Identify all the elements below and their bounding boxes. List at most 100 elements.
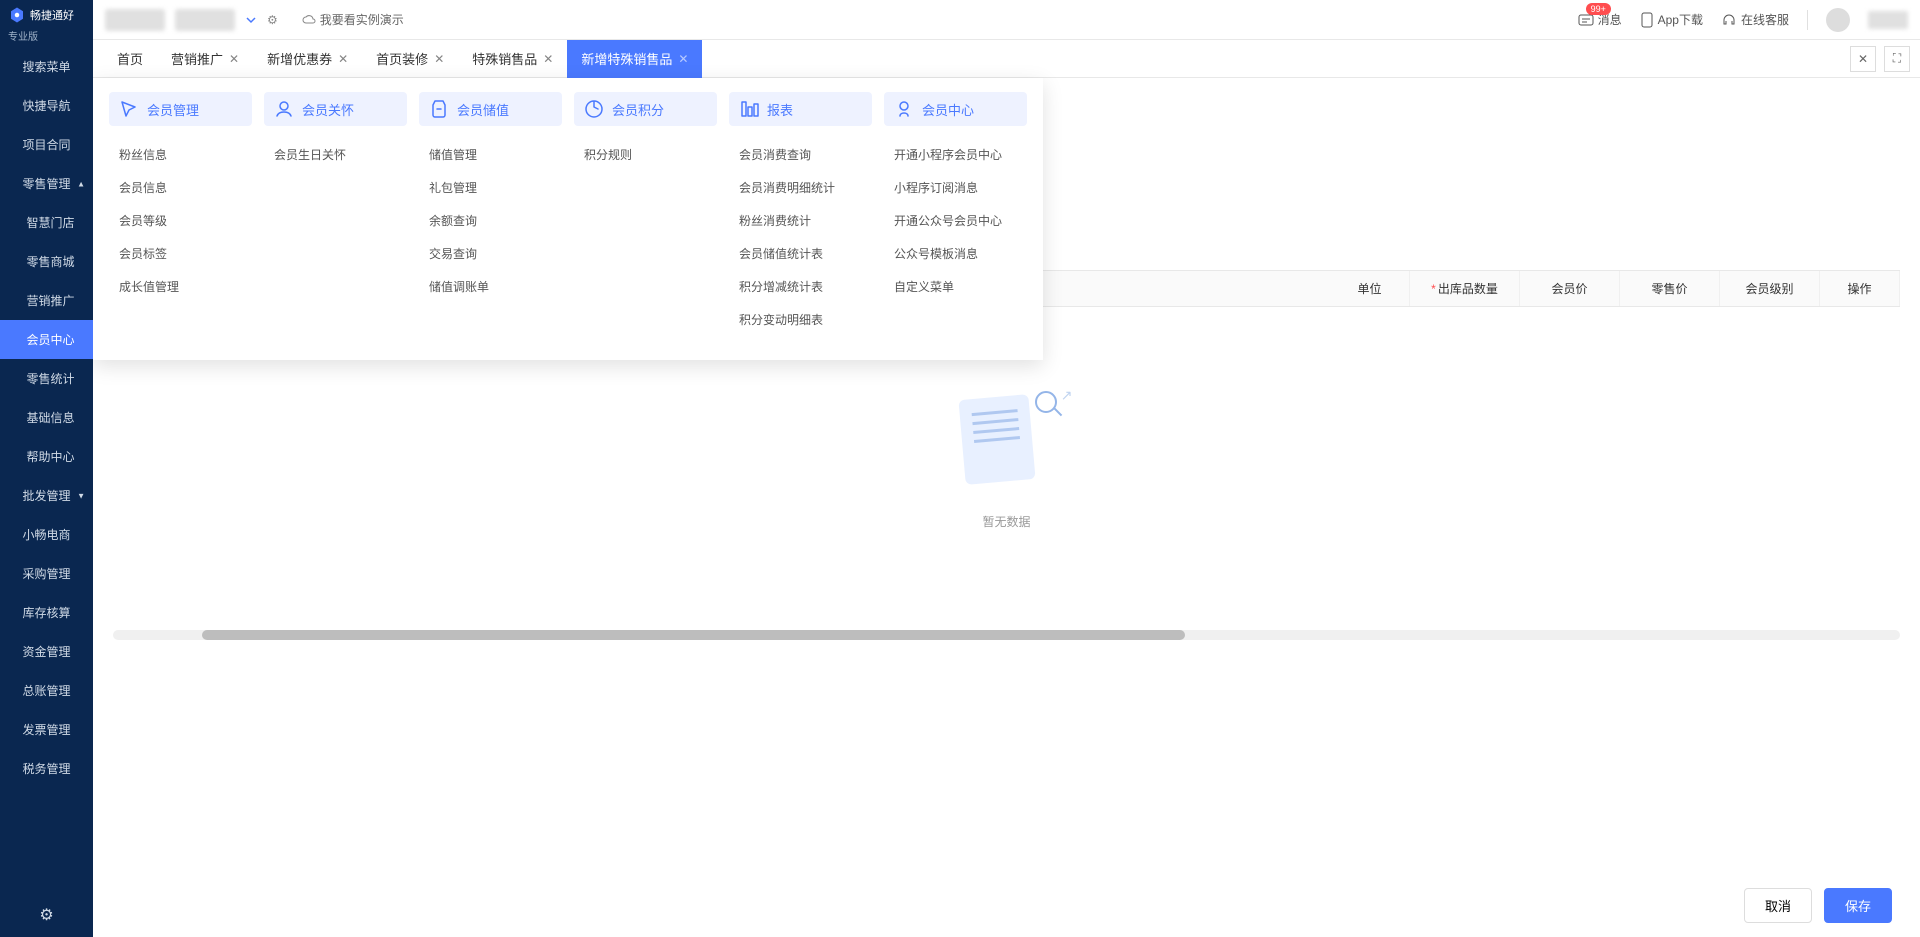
sidebar-item-16[interactable]: 总账管理 <box>0 671 93 710</box>
demo-link[interactable]: 我要看实例演示 <box>302 11 404 28</box>
mega-link-2-0[interactable]: 储值管理 <box>419 138 562 171</box>
mega-col-0: 会员管理粉丝信息会员信息会员等级会员标签成长值管理 <box>103 92 258 336</box>
service-action[interactable]: 在线客服 <box>1721 11 1789 28</box>
sub-selector-blurred[interactable] <box>175 9 235 31</box>
tab-2[interactable]: 新增优惠券✕ <box>253 40 362 78</box>
sidebar-item-11[interactable]: 批发管理 <box>0 476 93 515</box>
mega-head-2[interactable]: 会员储值 <box>419 92 562 126</box>
mega-link-0-1[interactable]: 会员信息 <box>109 171 252 204</box>
mega-link-2-3[interactable]: 交易查询 <box>419 237 562 270</box>
sidebar-item-0[interactable]: 搜索菜单 <box>0 47 93 86</box>
mega-link-3-0[interactable]: 积分规则 <box>574 138 717 171</box>
save-button[interactable]: 保存 <box>1824 888 1892 923</box>
tab-close-icon[interactable]: ✕ <box>338 52 348 66</box>
mega-head-4[interactable]: 报表 <box>729 92 872 126</box>
brand-logo[interactable]: 畅捷通好 <box>0 0 93 30</box>
cloud-icon <box>302 13 316 27</box>
tab-1[interactable]: 营销推广✕ <box>157 40 253 78</box>
mega-link-2-4[interactable]: 储值调账单 <box>419 270 562 303</box>
empty-text: 暂无数据 <box>113 513 1900 530</box>
tabs-container: 首页营销推广✕新增优惠券✕首页装修✕特殊销售品✕新增特殊销售品✕ <box>103 40 702 78</box>
table-header-2[interactable]: 会员价 <box>1520 271 1620 306</box>
mega-col-1: 会员关怀会员生日关怀 <box>258 92 413 336</box>
tabs-row: 首页营销推广✕新增优惠券✕首页装修✕特殊销售品✕新增特殊销售品✕ ✕ ⛶ <box>93 40 1920 78</box>
mega-link-0-4[interactable]: 成长值管理 <box>109 270 252 303</box>
mega-link-4-3[interactable]: 会员储值统计表 <box>729 237 872 270</box>
mega-link-0-2[interactable]: 会员等级 <box>109 204 252 237</box>
table-header-4[interactable]: 会员级别 <box>1720 271 1820 306</box>
mega-link-5-3[interactable]: 公众号模板消息 <box>884 237 1027 270</box>
dropdown-toggle[interactable] <box>245 14 257 26</box>
sidebar-item-9[interactable]: 基础信息 <box>0 398 93 437</box>
divider <box>1807 10 1808 30</box>
fullscreen-button[interactable]: ⛶ <box>1884 46 1910 72</box>
close-all-tabs-button[interactable]: ✕ <box>1850 46 1876 72</box>
sidebar-item-13[interactable]: 采购管理 <box>0 554 93 593</box>
mega-link-4-2[interactable]: 粉丝消费统计 <box>729 204 872 237</box>
tab-close-icon[interactable]: ✕ <box>678 52 688 66</box>
horizontal-scrollbar[interactable] <box>113 630 1900 640</box>
sidebar-item-5[interactable]: 零售商城 <box>0 242 93 281</box>
mega-link-4-1[interactable]: 会员消费明细统计 <box>729 171 872 204</box>
tab-3[interactable]: 首页装修✕ <box>362 40 458 78</box>
mega-link-2-1[interactable]: 礼包管理 <box>419 171 562 204</box>
mega-col-3: 会员积分积分规则 <box>568 92 723 336</box>
avatar[interactable] <box>1826 8 1850 32</box>
mega-link-0-0[interactable]: 粉丝信息 <box>109 138 252 171</box>
mega-link-4-5[interactable]: 积分变动明细表 <box>729 303 872 336</box>
gear-icon[interactable]: ⚙ <box>39 907 53 924</box>
tab-5[interactable]: 新增特殊销售品✕ <box>567 40 702 78</box>
mega-link-4-0[interactable]: 会员消费查询 <box>729 138 872 171</box>
sidebar-menu: 搜索菜单快捷导航项目合同零售管理智慧门店零售商城营销推广会员中心零售统计基础信息… <box>0 47 93 893</box>
mega-head-1[interactable]: 会员关怀 <box>264 92 407 126</box>
mega-link-5-1[interactable]: 小程序订阅消息 <box>884 171 1027 204</box>
tab-close-icon[interactable]: ✕ <box>543 52 553 66</box>
mega-head-5[interactable]: 会员中心 <box>884 92 1027 126</box>
sidebar-item-12[interactable]: 小畅电商 <box>0 515 93 554</box>
mega-menu: 会员管理粉丝信息会员信息会员等级会员标签成长值管理会员关怀会员生日关怀会员储值储… <box>93 78 1043 360</box>
brand-edition: 专业版 <box>0 28 93 43</box>
sidebar-item-4[interactable]: 智慧门店 <box>0 203 93 242</box>
mega-head-0[interactable]: 会员管理 <box>109 92 252 126</box>
mega-link-5-0[interactable]: 开通小程序会员中心 <box>884 138 1027 171</box>
sidebar-item-3[interactable]: 零售管理 <box>0 164 93 203</box>
tab-4[interactable]: 特殊销售品✕ <box>458 40 567 78</box>
sidebar-item-14[interactable]: 库存核算 <box>0 593 93 632</box>
mega-link-0-3[interactable]: 会员标签 <box>109 237 252 270</box>
mega-link-5-4[interactable]: 自定义菜单 <box>884 270 1027 303</box>
mega-link-4-4[interactable]: 积分增减统计表 <box>729 270 872 303</box>
mega-link-1-0[interactable]: 会员生日关怀 <box>264 138 407 171</box>
sidebar-item-6[interactable]: 营销推广 <box>0 281 93 320</box>
sidebar-item-10[interactable]: 帮助中心 <box>0 437 93 476</box>
sidebar-item-7[interactable]: 会员中心 <box>0 320 93 359</box>
mega-link-5-2[interactable]: 开通公众号会员中心 <box>884 204 1027 237</box>
footer-actions: 取消 保存 <box>1744 888 1892 923</box>
header-settings-icon[interactable]: ⚙ <box>267 13 278 27</box>
sidebar-item-1[interactable]: 快捷导航 <box>0 86 93 125</box>
header-right: 99+ 消息 App下载 在线客服 <box>1578 8 1908 32</box>
message-action[interactable]: 99+ 消息 <box>1578 11 1622 28</box>
table-header-0[interactable]: 单位 <box>1330 271 1410 306</box>
scrollbar-thumb[interactable] <box>202 630 1185 640</box>
tabs-controls: ✕ ⛶ <box>1850 46 1910 72</box>
mega-link-2-2[interactable]: 余额查询 <box>419 204 562 237</box>
tab-close-icon[interactable]: ✕ <box>434 52 444 66</box>
app-download-action[interactable]: App下载 <box>1640 11 1703 28</box>
sidebar-item-8[interactable]: 零售统计 <box>0 359 93 398</box>
sidebar-item-18[interactable]: 税务管理 <box>0 749 93 788</box>
sidebar-item-17[interactable]: 发票管理 <box>0 710 93 749</box>
mega-col-2: 会员储值储值管理礼包管理余额查询交易查询储值调账单 <box>413 92 568 336</box>
mega-head-3[interactable]: 会员积分 <box>574 92 717 126</box>
table-header-3[interactable]: 零售价 <box>1620 271 1720 306</box>
brand-name: 畅捷通好 <box>30 7 74 23</box>
tab-close-icon[interactable]: ✕ <box>229 52 239 66</box>
table-header-5[interactable]: 操作 <box>1820 271 1900 306</box>
cancel-button[interactable]: 取消 <box>1744 888 1812 923</box>
org-selector-blurred[interactable] <box>105 9 165 31</box>
tab-0[interactable]: 首页 <box>103 40 157 78</box>
sidebar-item-2[interactable]: 项目合同 <box>0 125 93 164</box>
sidebar-item-15[interactable]: 资金管理 <box>0 632 93 671</box>
username-blurred[interactable] <box>1868 11 1908 29</box>
empty-illustration: ↗ <box>937 387 1077 497</box>
table-header-1[interactable]: 出库品数量 <box>1410 271 1520 306</box>
